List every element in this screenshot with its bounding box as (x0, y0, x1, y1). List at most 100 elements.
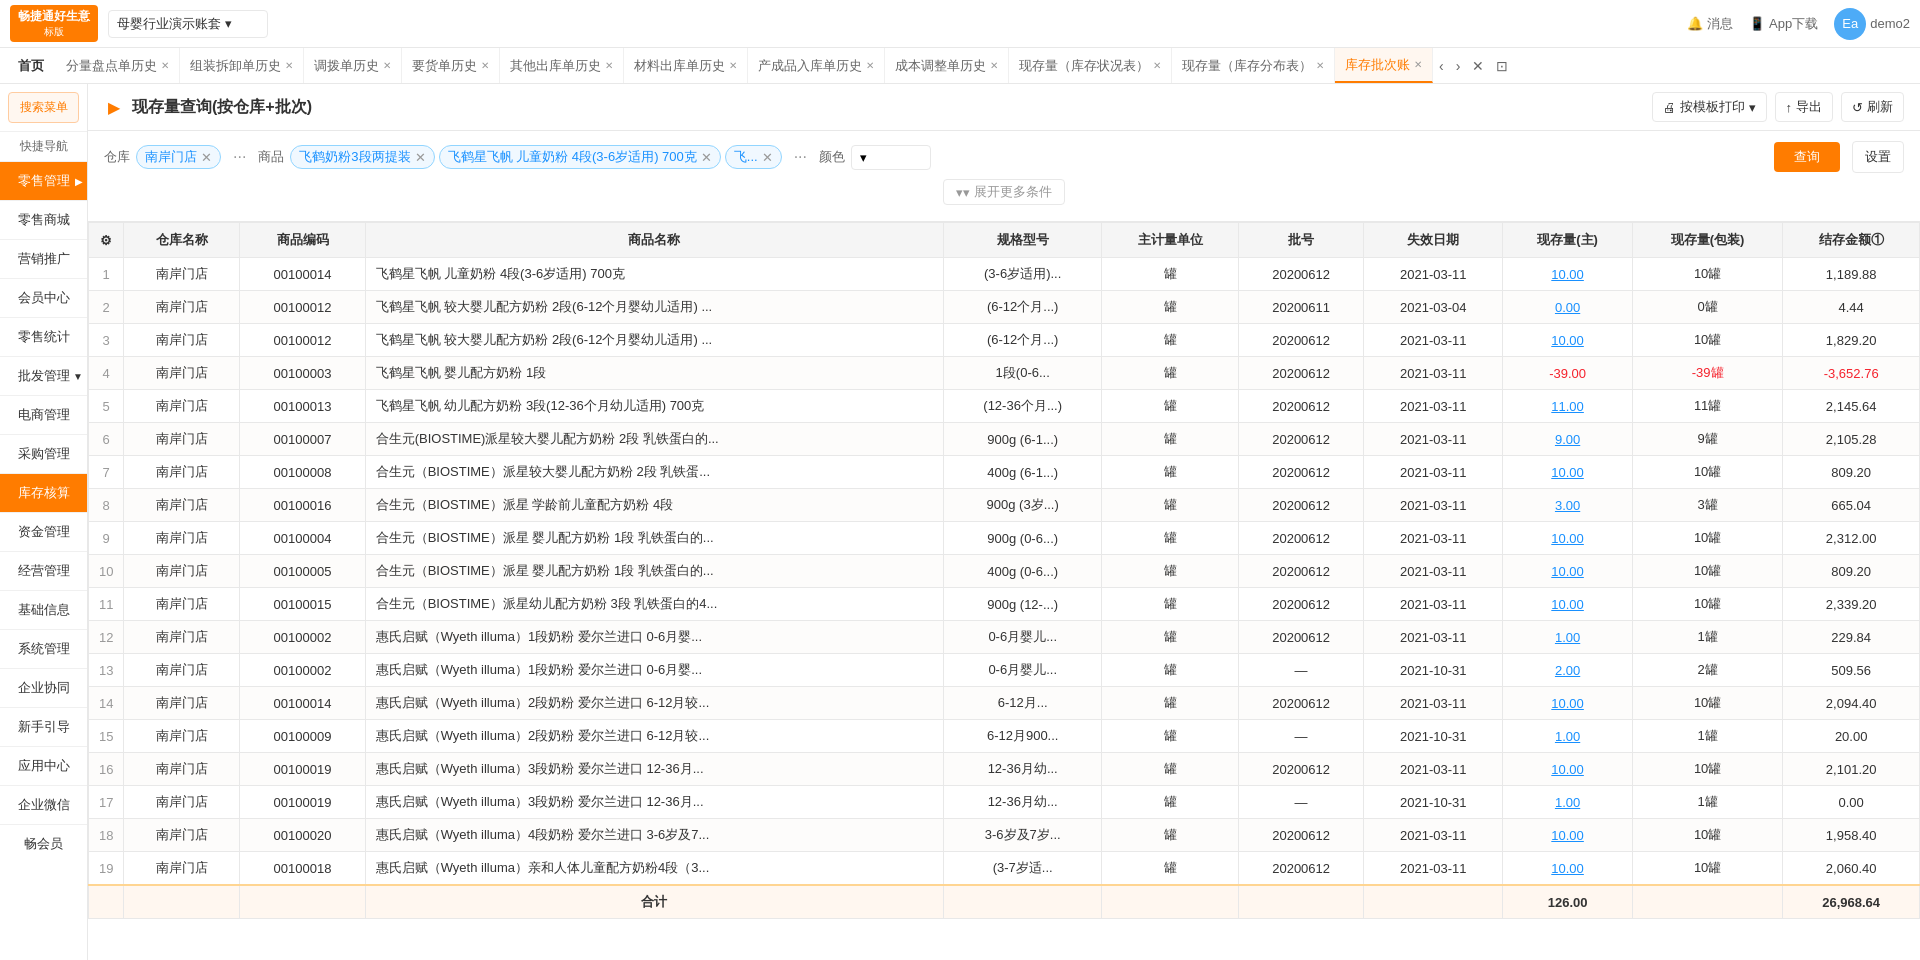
cell-qty-main-12[interactable]: 2.00 (1503, 654, 1633, 687)
cell-qty-main-18[interactable]: 10.00 (1503, 852, 1633, 886)
sidebar-item-basic[interactable]: 基础信息 (0, 590, 87, 629)
cell-qty-main-0[interactable]: 10.00 (1503, 258, 1633, 291)
tab-pizhang-close[interactable]: ✕ (1414, 59, 1422, 70)
table-row: 17 南岸门店 00100019 惠氏启赋（Wyeth illuma）3段奶粉 … (89, 786, 1920, 819)
sidebar-item-member[interactable]: 会员中心 (0, 278, 87, 317)
product-more-icon[interactable]: ··· (794, 148, 807, 166)
sidebar-item-retail[interactable]: 零售管理 ▶ (0, 161, 87, 200)
tab-cailiao-close[interactable]: ✕ (729, 60, 737, 71)
sidebar-item-purchase[interactable]: 采购管理 (0, 434, 87, 473)
tab-chengben-close[interactable]: ✕ (990, 60, 998, 71)
sidebar-item-wechat[interactable]: 企业微信 (0, 785, 87, 824)
product-tag-1-close-icon[interactable]: ✕ (701, 150, 712, 165)
product-tag-2-close-icon[interactable]: ✕ (762, 150, 773, 165)
tab-zuche-close[interactable]: ✕ (285, 60, 293, 71)
sidebar-item-marketing[interactable]: 营销推广 (0, 239, 87, 278)
message-button[interactable]: 🔔 消息 (1687, 15, 1733, 33)
cell-qty-main-8[interactable]: 10.00 (1503, 522, 1633, 555)
cell-qty-main-14[interactable]: 1.00 (1503, 720, 1633, 753)
inventory-table: ⚙ 仓库名称 商品编码 商品名称 规格型号 主计量单位 批号 失效日期 现存量(… (88, 222, 1920, 919)
setting-button[interactable]: 设置 (1852, 141, 1904, 173)
tab-chengben[interactable]: 成本调整单历史 ✕ (885, 48, 1009, 83)
cell-qty-main-15[interactable]: 10.00 (1503, 753, 1633, 786)
warehouse-tag-close-icon[interactable]: ✕ (201, 150, 212, 165)
sidebar-item-guide[interactable]: 新手引导 (0, 707, 87, 746)
tab-qita-close[interactable]: ✕ (605, 60, 613, 71)
tab-tiaopai-close[interactable]: ✕ (383, 60, 391, 71)
tab-fenku[interactable]: 分量盘点单历史 ✕ (56, 48, 180, 83)
tab-xianzai1-close[interactable]: ✕ (1153, 60, 1161, 71)
cell-qty-main-11[interactable]: 1.00 (1503, 621, 1633, 654)
tab-maximize-button[interactable]: ⊡ (1490, 58, 1514, 74)
search-menu-button[interactable]: 搜索菜单 (8, 92, 79, 123)
tab-tiaopai[interactable]: 调拨单历史 ✕ (304, 48, 402, 83)
expand-arrow-icon[interactable]: ▶ (104, 98, 124, 117)
cell-qty-main-1[interactable]: 0.00 (1503, 291, 1633, 324)
user-avatar-button[interactable]: Ea demo2 (1834, 8, 1910, 40)
sidebar-item-inventory[interactable]: 库存核算 (0, 473, 87, 512)
cell-name-6: 合生元（BIOSTIME）派星较大婴儿配方奶粉 2段 乳铁蛋... (365, 456, 943, 489)
sidebar-item-wholesale[interactable]: 批发管理 ▼ (0, 356, 87, 395)
cell-qty-main-16[interactable]: 1.00 (1503, 786, 1633, 819)
tab-next-button[interactable]: › (1450, 58, 1467, 74)
product-tag-1[interactable]: 飞鹤星飞帆 儿童奶粉 4段(3-6岁适用) 700克 ✕ (439, 145, 721, 169)
refresh-button[interactable]: ↺ 刷新 (1841, 92, 1904, 122)
expand-conditions-button[interactable]: ▾▾ 展开更多条件 (943, 179, 1065, 205)
warehouse-tag[interactable]: 南岸门店 ✕ (136, 145, 221, 169)
search-button[interactable]: 查询 (1774, 142, 1840, 172)
product-tag-2[interactable]: 飞... ✕ (725, 145, 782, 169)
settings-icon[interactable]: ⚙ (100, 233, 112, 248)
cell-qty-main-4[interactable]: 11.00 (1503, 390, 1633, 423)
sidebar-item-finance[interactable]: 资金管理 (0, 512, 87, 551)
cell-qty-main-3[interactable]: -39.00 (1503, 357, 1633, 390)
cell-qty-main-7[interactable]: 3.00 (1503, 489, 1633, 522)
sidebar-item-ecom[interactable]: 电商管理 (0, 395, 87, 434)
tab-xianzai1[interactable]: 现存量（库存状况表） ✕ (1009, 48, 1172, 83)
cell-qty-main-10[interactable]: 10.00 (1503, 588, 1633, 621)
sidebar-item-member2[interactable]: 畅会员 (0, 824, 87, 863)
template-print-button[interactable]: 🖨 按模板打印 ▾ (1652, 92, 1767, 122)
sidebar-item-shop[interactable]: 零售商城 (0, 200, 87, 239)
cell-num-1: 2 (89, 291, 124, 324)
tab-xianzai2-close[interactable]: ✕ (1316, 60, 1324, 71)
sidebar-item-ops[interactable]: 经营管理 (0, 551, 87, 590)
warehouse-more-icon[interactable]: ··· (233, 148, 246, 166)
tab-yaohuo-close[interactable]: ✕ (481, 60, 489, 71)
cell-warehouse-9: 南岸门店 (124, 555, 240, 588)
tab-close-all-button[interactable]: ✕ (1466, 58, 1490, 74)
sidebar-shortcut[interactable]: 快捷导航 (0, 131, 87, 161)
tab-fenku-close[interactable]: ✕ (161, 60, 169, 71)
color-dropdown[interactable]: ▾ (851, 145, 931, 170)
cell-qty-main-2[interactable]: 10.00 (1503, 324, 1633, 357)
tab-chengpin[interactable]: 产成品入库单历史 ✕ (748, 48, 885, 83)
cell-qty-main-6[interactable]: 10.00 (1503, 456, 1633, 489)
tab-xianzai2-label: 现存量（库存分布表） (1182, 57, 1312, 75)
tab-pizhang[interactable]: 库存批次账 ✕ (1335, 48, 1433, 83)
sidebar-item-enterprise[interactable]: 企业协同 (0, 668, 87, 707)
tab-prev-button[interactable]: ‹ (1433, 58, 1450, 74)
app-download-button[interactable]: 📱 App下载 (1749, 15, 1818, 33)
account-dropdown[interactable]: 母婴行业演示账套 ▾ (108, 10, 268, 38)
tab-chengpin-close[interactable]: ✕ (866, 60, 874, 71)
tab-home[interactable]: 首页 (6, 57, 56, 75)
product-tag-0-close-icon[interactable]: ✕ (415, 150, 426, 165)
cell-qty-main-13[interactable]: 10.00 (1503, 687, 1633, 720)
tab-zuche[interactable]: 组装拆卸单历史 ✕ (180, 48, 304, 83)
sidebar-item-apps[interactable]: 应用中心 (0, 746, 87, 785)
cell-code-0: 00100014 (240, 258, 365, 291)
col-expire-header: 失效日期 (1364, 223, 1503, 258)
export-button[interactable]: ↑ 导出 (1775, 92, 1834, 122)
sidebar-item-stats[interactable]: 零售统计 (0, 317, 87, 356)
cell-qty-main-17[interactable]: 10.00 (1503, 819, 1633, 852)
cell-qty-pack-5: 9罐 (1632, 423, 1782, 456)
tab-xianzai2[interactable]: 现存量（库存分布表） ✕ (1172, 48, 1335, 83)
cell-qty-main-5[interactable]: 9.00 (1503, 423, 1633, 456)
cell-qty-main-9[interactable]: 10.00 (1503, 555, 1633, 588)
sidebar-item-system[interactable]: 系统管理 (0, 629, 87, 668)
tab-yaohuo[interactable]: 要货单历史 ✕ (402, 48, 500, 83)
header-actions: 🔔 消息 📱 App下载 Ea demo2 (1687, 8, 1910, 40)
tab-qita[interactable]: 其他出库单历史 ✕ (500, 48, 624, 83)
product-tag-0[interactable]: 飞鹤奶粉3段两提装 ✕ (290, 145, 434, 169)
cell-name-17: 惠氏启赋（Wyeth illuma）4段奶粉 爱尔兰进口 3-6岁及7... (365, 819, 943, 852)
tab-cailiao[interactable]: 材料出库单历史 ✕ (624, 48, 748, 83)
